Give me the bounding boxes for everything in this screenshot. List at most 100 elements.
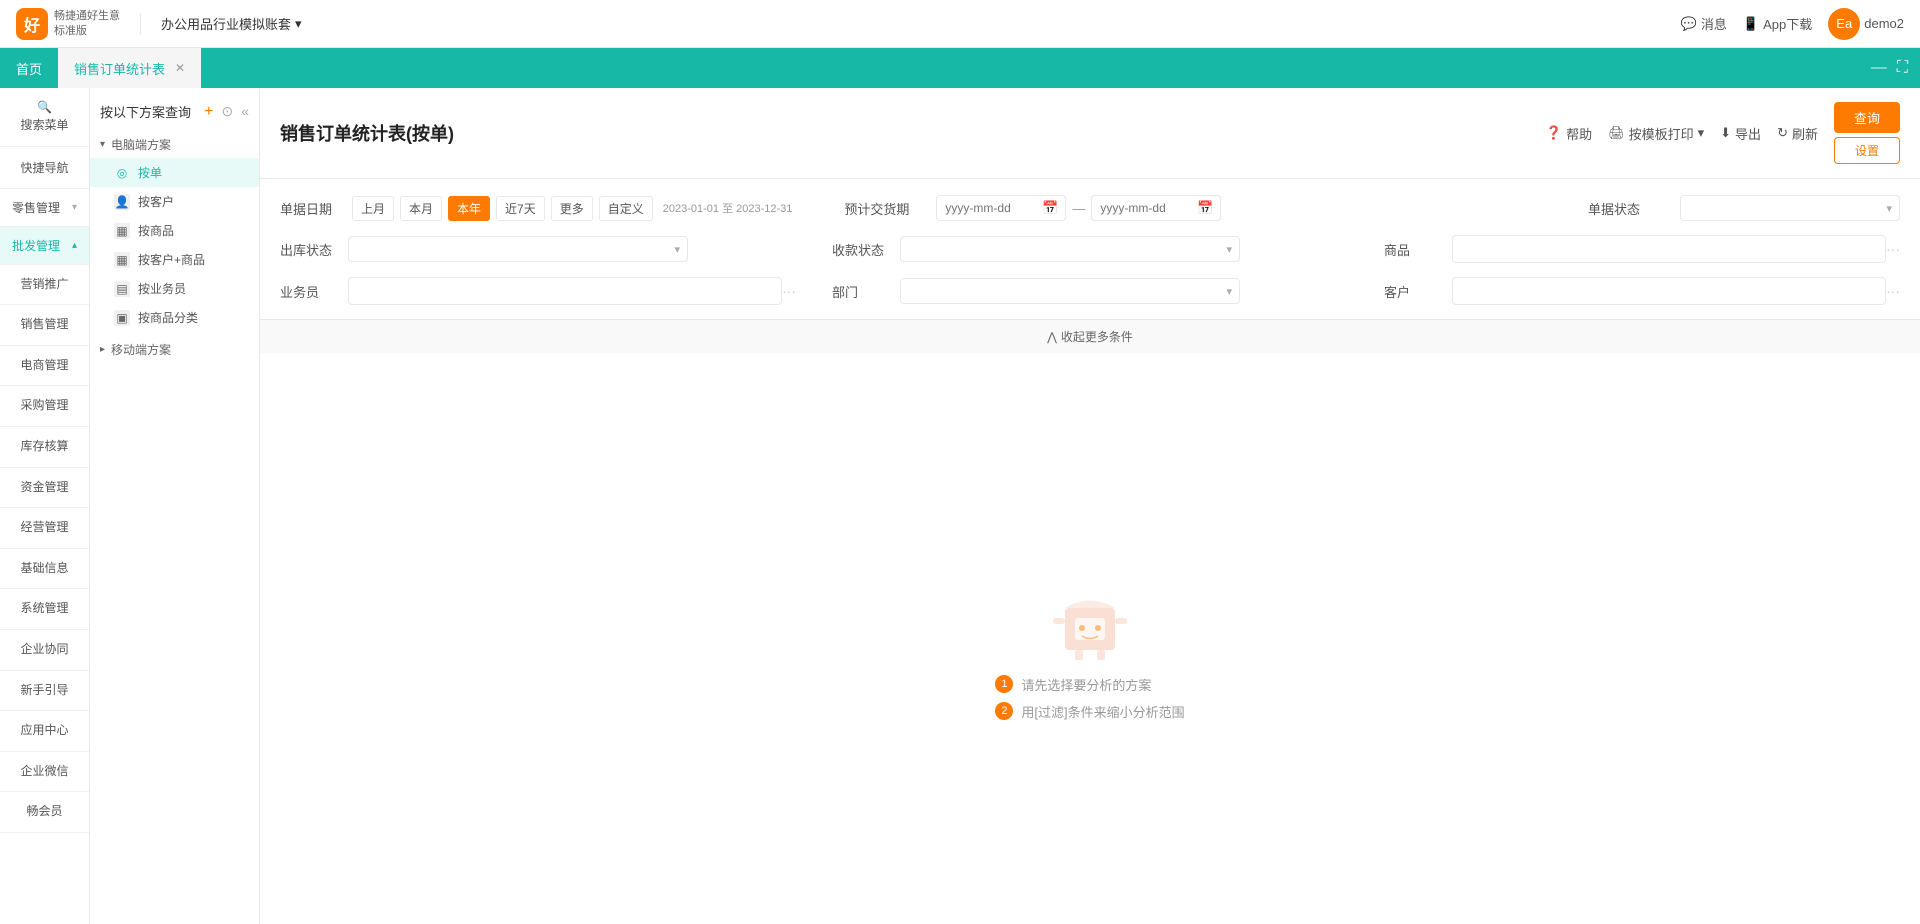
subnav-item-by-order[interactable]: ◎ 按单 bbox=[90, 158, 259, 187]
subnav-item-by-customer-goods[interactable]: ▦ 按客户+商品 bbox=[90, 245, 259, 274]
collapse-subnav-icon[interactable]: « bbox=[241, 103, 249, 121]
print-icon: 🖨 bbox=[1608, 125, 1625, 141]
customer-col: 客户 ··· bbox=[1384, 277, 1900, 305]
customer-more-icon[interactable]: ··· bbox=[1886, 283, 1900, 299]
end-date-input[interactable] bbox=[1091, 195, 1221, 221]
help-button[interactable]: ❓ 帮助 bbox=[1546, 124, 1592, 143]
top-nav: 好 畅捷通好生意 标准版 办公用品行业模拟账套 ▾ 💬 消息 📱 App下载 E… bbox=[0, 0, 1920, 48]
company-selector[interactable]: 办公用品行业模拟账套 ▾ bbox=[161, 14, 302, 33]
export-icon: ⬇ bbox=[1720, 125, 1731, 141]
sidebar-item-sales[interactable]: 销售管理 bbox=[0, 305, 89, 346]
edit-scheme-icon[interactable]: ⊙ bbox=[221, 103, 233, 121]
subnav-item-by-customer[interactable]: 👤 按客户 bbox=[90, 187, 259, 216]
sidebar-item-basic[interactable]: 基础信息 bbox=[0, 549, 89, 590]
subnav-item-by-salesman[interactable]: ▤ 按业务员 bbox=[90, 274, 259, 303]
hint-num-1: 1 bbox=[995, 675, 1013, 693]
query-button[interactable]: 查询 bbox=[1834, 102, 1900, 133]
prev-month-btn[interactable]: 上月 bbox=[352, 196, 394, 221]
empty-hint-1: 1 请先选择要分析的方案 bbox=[995, 675, 1184, 694]
refresh-icon: ↻ bbox=[1777, 125, 1788, 141]
sidebar-search[interactable]: 🔍 搜索菜单 bbox=[0, 88, 89, 147]
tab-close-icon[interactable]: ✕ bbox=[175, 61, 185, 75]
more-btn[interactable]: 更多 bbox=[551, 196, 593, 221]
empty-state: 1 请先选择要分析的方案 2 用[过滤]条件来缩小分析范围 bbox=[260, 369, 1920, 924]
subnav-item-by-goods[interactable]: ▦ 按商品 bbox=[90, 216, 259, 245]
salesman-more-icon[interactable]: ··· bbox=[782, 283, 796, 299]
message-icon: 💬 bbox=[1681, 16, 1697, 32]
table-icon: ▣ bbox=[114, 310, 130, 326]
tab-home[interactable]: 首页 bbox=[0, 48, 58, 88]
delivery-status-col: 出库状态 ▾ bbox=[280, 236, 796, 262]
filter-row-status: 出库状态 ▾ 收款状态 bbox=[280, 235, 1900, 263]
help-icon: ❓ bbox=[1546, 125, 1562, 141]
department-col: 部门 ▾ bbox=[832, 278, 1348, 304]
message-button[interactable]: 💬 消息 bbox=[1681, 14, 1727, 33]
department-label: 部门 bbox=[832, 282, 892, 301]
delivery-status-label: 出库状态 bbox=[280, 240, 340, 259]
sidebar-item-purchase[interactable]: 采购管理 bbox=[0, 386, 89, 427]
payment-status-label: 收款状态 bbox=[832, 240, 892, 259]
bar-icon: ▤ bbox=[114, 281, 130, 297]
tab-stats[interactable]: 销售订单统计表 ✕ bbox=[58, 48, 201, 88]
page-header: 销售订单统计表(按单) ❓ 帮助 🖨 按模板打印 ▾ ⬇ bbox=[260, 88, 1920, 179]
sidebar-item-corp[interactable]: 企业协同 bbox=[0, 630, 89, 671]
grid-icon: ▦ bbox=[114, 223, 130, 239]
page-header-top: 销售订单统计表(按单) ❓ 帮助 🖨 按模板打印 ▾ ⬇ bbox=[280, 102, 1900, 164]
print-button[interactable]: 🖨 按模板打印 ▾ bbox=[1608, 124, 1704, 143]
export-button[interactable]: ⬇ 导出 bbox=[1720, 124, 1761, 143]
user-avatar-area[interactable]: Ea demo2 bbox=[1828, 8, 1904, 40]
collapse-bar[interactable]: ⋀ 收起更多条件 bbox=[260, 319, 1920, 353]
expand-icon[interactable]: ⛶ bbox=[1897, 59, 1908, 77]
date-buttons-group: 上月 本月 本年 近7天 更多 自定义 2023-01-01 至 2023-12… bbox=[352, 196, 792, 221]
chevron-right-icon: ▸ bbox=[100, 344, 105, 355]
customer-input-wrap[interactable] bbox=[1452, 277, 1886, 305]
department-select[interactable] bbox=[900, 278, 1240, 304]
cur-year-btn[interactable]: 本年 bbox=[448, 196, 490, 221]
salesman-input-wrap[interactable] bbox=[348, 277, 782, 305]
radio-icon: ◎ bbox=[114, 165, 130, 181]
stats-tab-label: 销售订单统计表 bbox=[74, 59, 165, 78]
subnav-item-by-category[interactable]: ▣ 按商品分类 bbox=[90, 303, 259, 332]
subnav-group-desktop: ▾ 电脑端方案 ◎ 按单 👤 按客户 ▦ 按商品 ▦ 按客户+商品 bbox=[90, 131, 259, 332]
sub-nav-title: 按以下方案查询 bbox=[100, 102, 191, 121]
filter-area: 单据日期 上月 本月 本年 近7天 更多 自定义 2023-01-01 至 20… bbox=[260, 179, 1920, 369]
status-select[interactable] bbox=[1680, 195, 1900, 221]
salesman-col: 业务员 ··· bbox=[280, 277, 796, 305]
expected-date-inputs: 📅 — 📅 bbox=[936, 195, 1556, 221]
minimize-icon[interactable]: — bbox=[1871, 59, 1887, 77]
sidebar-item-quick-nav[interactable]: 快捷导航 bbox=[0, 147, 89, 189]
sidebar-item-ecommerce[interactable]: 电商管理 bbox=[0, 346, 89, 387]
sidebar-item-inventory[interactable]: 库存核算 bbox=[0, 427, 89, 468]
delivery-status-select[interactable] bbox=[348, 236, 688, 262]
start-date-input[interactable] bbox=[936, 195, 1066, 221]
goods-col: 商品 ··· bbox=[1384, 235, 1900, 263]
date-separator: — bbox=[1072, 201, 1085, 216]
cur-month-btn[interactable]: 本月 bbox=[400, 196, 442, 221]
sidebar-item-marketing[interactable]: 营销推广 bbox=[0, 265, 89, 306]
print-arrow-icon: ▾ bbox=[1698, 125, 1705, 141]
sidebar-item-newbie[interactable]: 新手引导 bbox=[0, 671, 89, 712]
sidebar-item-retail[interactable]: 零售管理 ▾ bbox=[0, 189, 89, 227]
sidebar-item-operations[interactable]: 经营管理 bbox=[0, 508, 89, 549]
goods-more-icon[interactable]: ··· bbox=[1886, 241, 1900, 257]
refresh-button[interactable]: ↻ 刷新 bbox=[1777, 124, 1818, 143]
sidebar-item-wholesale[interactable]: 批发管理 ▴ bbox=[0, 227, 89, 265]
salesman-label: 业务员 bbox=[280, 282, 340, 301]
sidebar-item-corp-wechat[interactable]: 企业微信 bbox=[0, 752, 89, 793]
home-tab-label: 首页 bbox=[16, 59, 42, 78]
custom-btn[interactable]: 自定义 bbox=[599, 196, 653, 221]
sidebar-item-system[interactable]: 系统管理 bbox=[0, 589, 89, 630]
subnav-group-desktop-title[interactable]: ▾ 电脑端方案 bbox=[90, 131, 259, 158]
last7-btn[interactable]: 近7天 bbox=[496, 196, 545, 221]
setting-button[interactable]: 设置 bbox=[1834, 137, 1900, 164]
sidebar-item-member[interactable]: 畅会员 bbox=[0, 792, 89, 833]
sidebar-item-finance[interactable]: 资金管理 bbox=[0, 468, 89, 509]
app-download-button[interactable]: 📱 App下载 bbox=[1743, 14, 1812, 33]
add-scheme-icon[interactable]: + bbox=[204, 103, 213, 121]
tab-bar-right: — ⛶ bbox=[1871, 59, 1920, 77]
goods-input-wrap[interactable] bbox=[1452, 235, 1886, 263]
payment-status-select[interactable] bbox=[900, 236, 1240, 262]
top-nav-left: 好 畅捷通好生意 标准版 办公用品行业模拟账套 ▾ bbox=[16, 8, 302, 40]
subnav-group-mobile-title[interactable]: ▸ 移动端方案 bbox=[90, 336, 259, 363]
sidebar-item-app-center[interactable]: 应用中心 bbox=[0, 711, 89, 752]
